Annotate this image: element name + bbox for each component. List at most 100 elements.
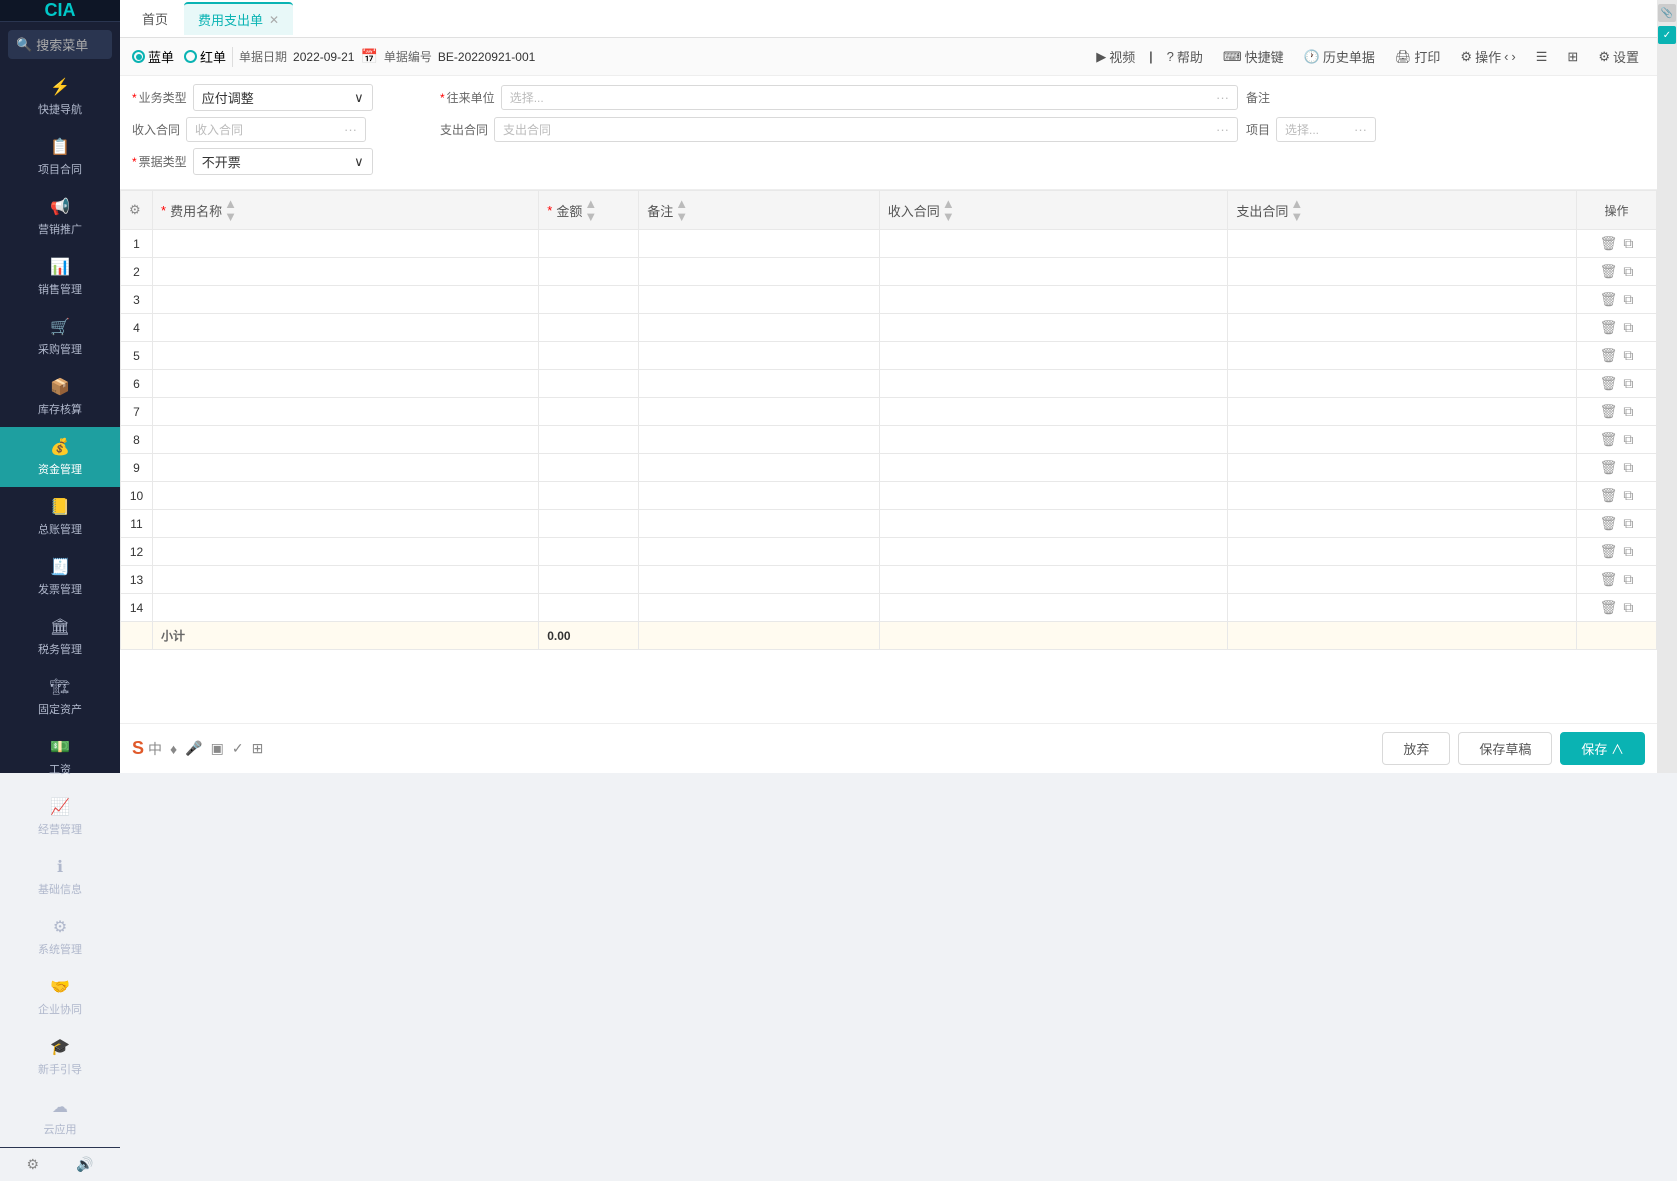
sidebar-item-quick-nav[interactable]: ⚡ 快捷导航 [0, 67, 120, 127]
row-11-copy-icon[interactable]: ⧉ [1623, 515, 1633, 532]
video-btn[interactable]: ▶ 视频 [1090, 44, 1141, 69]
row-8-income-contract[interactable] [879, 426, 1228, 454]
row-1-delete-icon[interactable]: 🗑 [1600, 235, 1618, 252]
expense-contract-select[interactable]: 支出合同 ··· [494, 117, 1238, 142]
sort-income-icon[interactable]: ▲▼ [942, 197, 955, 223]
sidebar-item-system[interactable]: ⚙ 系统管理 [0, 907, 120, 967]
row-11-amount[interactable] [539, 510, 639, 538]
row-7-expense-contract[interactable] [1228, 398, 1577, 426]
sort-amount-icon[interactable]: ▲▼ [584, 197, 597, 223]
row-10-expense-contract[interactable] [1228, 482, 1577, 510]
row-6-amount[interactable] [539, 370, 639, 398]
sidebar-item-purchase[interactable]: 🛒 采购管理 [0, 307, 120, 367]
row-2-expense-contract[interactable] [1228, 258, 1577, 286]
row-6-remark[interactable] [639, 370, 880, 398]
row-12-copy-icon[interactable]: ⧉ [1623, 543, 1633, 560]
row-3-amount[interactable] [539, 286, 639, 314]
row-13-expense-name[interactable] [153, 566, 539, 594]
row-7-remark[interactable] [639, 398, 880, 426]
row-12-income-contract[interactable] [879, 538, 1228, 566]
row-14-income-contract[interactable] [879, 594, 1228, 622]
row-3-delete-icon[interactable]: 🗑 [1600, 291, 1618, 308]
row-1-income-contract[interactable] [879, 230, 1228, 258]
row-3-expense-contract[interactable] [1228, 286, 1577, 314]
sidebar-item-enterprise[interactable]: 🤝 企业协同 [0, 967, 120, 1027]
row-14-delete-icon[interactable]: 🗑 [1600, 599, 1618, 616]
settings-icon[interactable]: ⚙ [27, 1156, 40, 1173]
sidebar-item-inventory[interactable]: 📦 库存核算 [0, 367, 120, 427]
row-12-amount[interactable] [539, 538, 639, 566]
row-5-copy-icon[interactable]: ⧉ [1623, 347, 1633, 364]
row-6-expense-contract[interactable] [1228, 370, 1577, 398]
speaker-icon[interactable]: 🔊 [76, 1156, 93, 1173]
rp-active-icon[interactable]: ✓ [1658, 26, 1676, 44]
row-11-income-contract[interactable] [879, 510, 1228, 538]
sidebar-item-basic-info[interactable]: ℹ 基础信息 [0, 847, 120, 907]
row-3-expense-name[interactable] [153, 286, 539, 314]
row-7-expense-name[interactable] [153, 398, 539, 426]
th-gear-icon[interactable]: ⚙ [129, 202, 141, 217]
row-14-expense-name[interactable] [153, 594, 539, 622]
row-10-expense-name[interactable] [153, 482, 539, 510]
sort-expense-name-icon[interactable]: ▲▼ [224, 197, 237, 223]
row-6-expense-name[interactable] [153, 370, 539, 398]
row-13-remark[interactable] [639, 566, 880, 594]
row-5-delete-icon[interactable]: 🗑 [1600, 347, 1618, 364]
row-13-income-contract[interactable] [879, 566, 1228, 594]
row-14-remark[interactable] [639, 594, 880, 622]
sidebar-item-project-contract[interactable]: 📋 项目合同 [0, 127, 120, 187]
row-13-expense-contract[interactable] [1228, 566, 1577, 594]
print-btn[interactable]: 🖨 打印 [1389, 44, 1447, 69]
row-11-expense-name[interactable] [153, 510, 539, 538]
row-10-amount[interactable] [539, 482, 639, 510]
row-7-delete-icon[interactable]: 🗑 [1600, 403, 1618, 420]
row-9-copy-icon[interactable]: ⧉ [1623, 459, 1633, 476]
row-13-amount[interactable] [539, 566, 639, 594]
sidebar-item-capital[interactable]: 💰 资金管理 [0, 427, 120, 487]
sidebar-item-sales[interactable]: 📊 销售管理 [0, 247, 120, 307]
footer-icon-4[interactable]: ✓ [232, 740, 244, 757]
footer-icon-2[interactable]: 🎤 [185, 740, 202, 757]
row-14-copy-icon[interactable]: ⧉ [1623, 599, 1633, 616]
row-7-income-contract[interactable] [879, 398, 1228, 426]
layout-btn2[interactable]: ⊞ [1561, 46, 1584, 68]
sidebar-item-invoice[interactable]: 🧾 发票管理 [0, 547, 120, 607]
row-8-expense-name[interactable] [153, 426, 539, 454]
sort-expense-icon[interactable]: ▲▼ [1290, 197, 1303, 223]
row-5-expense-name[interactable] [153, 342, 539, 370]
row-2-expense-name[interactable] [153, 258, 539, 286]
sidebar-item-ops[interactable]: 📈 经营管理 [0, 787, 120, 847]
row-14-amount[interactable] [539, 594, 639, 622]
row-5-income-contract[interactable] [879, 342, 1228, 370]
radio-blue[interactable]: 蓝单 [132, 47, 174, 66]
row-10-income-contract[interactable] [879, 482, 1228, 510]
row-14-expense-contract[interactable] [1228, 594, 1577, 622]
row-2-remark[interactable] [639, 258, 880, 286]
project-select[interactable]: 选择... ··· [1276, 117, 1376, 142]
ops-btn[interactable]: ⚙ 操作 ‹ › [1454, 44, 1521, 69]
sidebar-item-fixed-assets[interactable]: 🏗 固定资产 [0, 667, 120, 727]
row-9-expense-name[interactable] [153, 454, 539, 482]
shortcut-btn[interactable]: ⌨ 快捷键 [1217, 44, 1290, 69]
row-11-delete-icon[interactable]: 🗑 [1600, 515, 1618, 532]
footer-icon-5[interactable]: ⊞ [252, 740, 264, 757]
abandon-button[interactable]: 放弃 [1382, 732, 1450, 765]
row-5-remark[interactable] [639, 342, 880, 370]
partner-select[interactable]: 选择... ··· [501, 85, 1238, 110]
sort-remark-icon[interactable]: ▲▼ [675, 197, 688, 223]
biz-type-select[interactable]: 应付调整 ∨ [193, 84, 373, 111]
row-5-expense-contract[interactable] [1228, 342, 1577, 370]
row-6-income-contract[interactable] [879, 370, 1228, 398]
row-3-copy-icon[interactable]: ⧉ [1623, 291, 1633, 308]
layout-btn1[interactable]: ☰ [1530, 46, 1554, 68]
row-9-remark[interactable] [639, 454, 880, 482]
row-10-copy-icon[interactable]: ⧉ [1623, 487, 1633, 504]
row-6-copy-icon[interactable]: ⧉ [1623, 375, 1633, 392]
row-4-expense-name[interactable] [153, 314, 539, 342]
row-4-income-contract[interactable] [879, 314, 1228, 342]
row-12-remark[interactable] [639, 538, 880, 566]
row-8-amount[interactable] [539, 426, 639, 454]
row-7-copy-icon[interactable]: ⧉ [1623, 403, 1633, 420]
radio-red[interactable]: 红单 [184, 47, 226, 66]
rp-clip-icon[interactable]: 📎 [1658, 4, 1676, 22]
